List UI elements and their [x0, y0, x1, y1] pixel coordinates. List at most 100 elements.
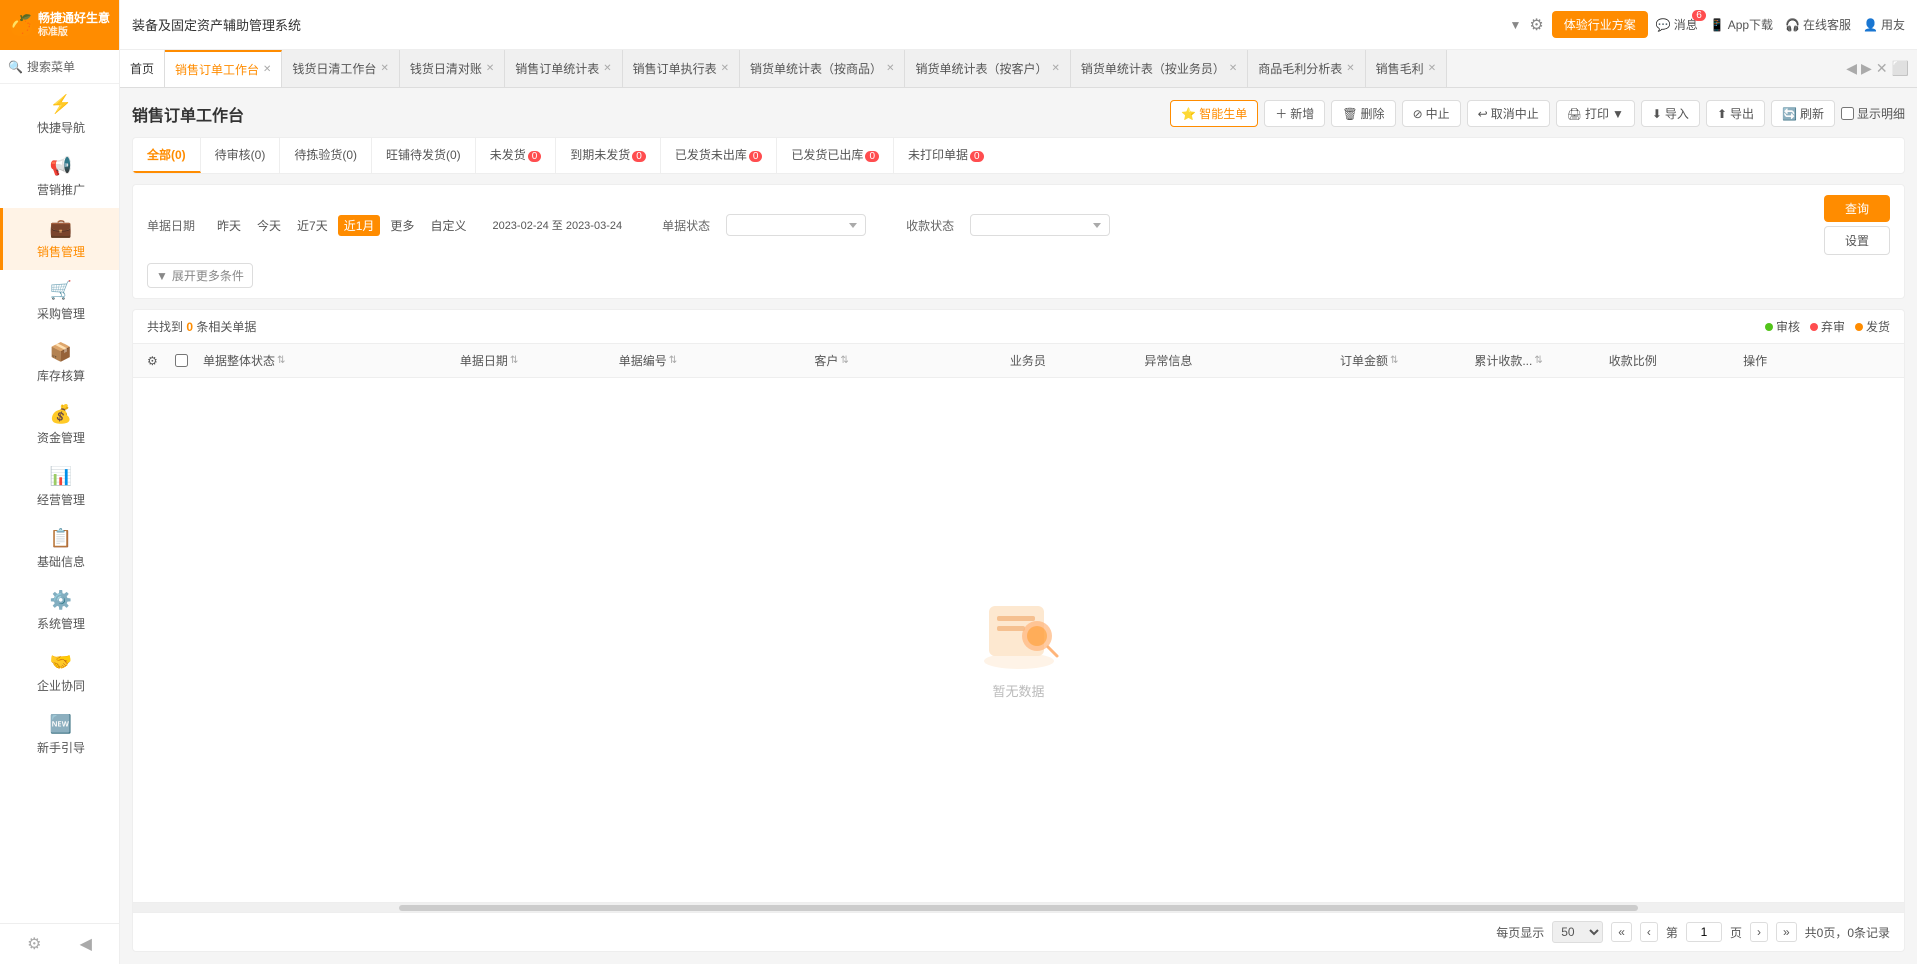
tab-close-sales-summary-product[interactable]: ✕ — [886, 63, 894, 74]
user-action[interactable]: 👤 用友 — [1863, 16, 1905, 33]
refresh-btn[interactable]: 🔄 刷新 — [1771, 100, 1835, 127]
tab-sales-exec[interactable]: 销售订单执行表 ✕ — [623, 50, 740, 88]
sidebar-item-marketing[interactable]: 📢 营销推广 — [0, 146, 119, 208]
sub-tab-pending-review[interactable]: 待审核(0) — [201, 138, 281, 173]
th-customer[interactable]: 客户 ⇅ — [808, 344, 1004, 377]
smart-btn[interactable]: ⭐ 智能生单 — [1170, 100, 1258, 127]
select-all-checkbox[interactable] — [175, 354, 188, 367]
th-staff[interactable]: 业务员 — [1004, 344, 1138, 377]
sub-tab-all[interactable]: 全部(0) — [133, 138, 201, 173]
sub-tab-pending-inspect[interactable]: 待拣验货(0) — [280, 138, 372, 173]
th-config[interactable]: ⚙ — [141, 346, 169, 376]
tab-cash-reconcile[interactable]: 钱货日清对账 ✕ — [400, 50, 505, 88]
tab-cash-daily[interactable]: 钱货日清工作台 ✕ — [282, 50, 399, 88]
tab-close-all-icon[interactable]: ✕ — [1876, 60, 1888, 77]
sidebar-item-sales[interactable]: 💼 销售管理 — [0, 208, 119, 270]
ship-op-btn[interactable]: 发货 — [1855, 318, 1890, 335]
tab-close-sales-exec[interactable]: ✕ — [721, 63, 729, 74]
tab-close-sales-summary-staff[interactable]: ✕ — [1229, 63, 1237, 74]
tab-sales-profit[interactable]: 销售毛利 ✕ — [1366, 50, 1447, 88]
first-page-btn[interactable]: « — [1611, 922, 1632, 942]
th-ratio[interactable]: 收款比例 — [1603, 344, 1737, 377]
print-btn[interactable]: 🖨 打印 ▼ — [1556, 100, 1635, 127]
tab-close-sales-summary-customer[interactable]: ✕ — [1051, 63, 1059, 74]
stop-btn[interactable]: ⊘ 中止 — [1402, 100, 1461, 127]
tab-sales-summary-customer[interactable]: 销货单统计表（按客户） ✕ — [905, 50, 1070, 88]
cancel-stop-btn[interactable]: ↩ 取消中止 — [1467, 100, 1550, 127]
scrollbar-thumb[interactable] — [399, 905, 1639, 911]
tab-close-sales-profit[interactable]: ✕ — [1428, 63, 1436, 74]
add-btn[interactable]: ＋ 新增 — [1264, 100, 1325, 127]
delete-btn[interactable]: 🗑 删除 — [1331, 100, 1395, 127]
next-page-btn[interactable]: › — [1750, 922, 1768, 942]
message-action[interactable]: 💬 消息 6 — [1656, 16, 1698, 33]
status-select[interactable] — [726, 214, 866, 236]
tab-close-sales-workbench[interactable]: ✕ — [263, 64, 271, 75]
tab-home[interactable]: 首页 — [120, 50, 165, 88]
tab-close-gross-profit[interactable]: ✕ — [1346, 63, 1354, 74]
show-detail-checkbox[interactable] — [1841, 107, 1854, 120]
th-checkbox[interactable] — [169, 346, 197, 375]
sidebar-item-guide[interactable]: 🆕 新手引导 — [0, 704, 119, 766]
date-option-today[interactable]: 今天 — [251, 215, 287, 236]
sidebar-item-basic[interactable]: 📋 基础信息 — [0, 518, 119, 580]
current-page-input[interactable] — [1686, 922, 1722, 942]
sidebar-item-purchase[interactable]: 🛒 采购管理 — [0, 270, 119, 332]
sidebar-item-operations[interactable]: 📊 经营管理 — [0, 456, 119, 518]
review-op-btn[interactable]: 审核 — [1765, 318, 1800, 335]
sub-tab-wang-pending[interactable]: 旺铺待发货(0) — [372, 138, 476, 173]
expand-filter-btn[interactable]: ▼ 展开更多条件 — [147, 263, 253, 288]
prev-page-btn[interactable]: ‹ — [1640, 922, 1658, 942]
show-detail-label[interactable]: 显示明细 — [1841, 105, 1905, 122]
th-status[interactable]: 单据整体状态 ⇅ — [197, 344, 454, 377]
date-option-custom[interactable]: 自定义 — [424, 215, 472, 236]
sidebar-item-inventory[interactable]: 📦 库存核算 — [0, 332, 119, 394]
sub-tab-shipped-not-out[interactable]: 已发货未出库0 — [661, 138, 778, 173]
tab-gross-profit[interactable]: 商品毛利分析表 ✕ — [1248, 50, 1365, 88]
tab-close-cash-daily[interactable]: ✕ — [380, 63, 388, 74]
online-service-action[interactable]: 🎧 在线客服 — [1785, 16, 1851, 33]
sub-tab-overdue-unshipped[interactable]: 到期未发货0 — [556, 138, 661, 173]
sub-tab-unprinted[interactable]: 未打印单据0 — [894, 138, 998, 173]
app-download-action[interactable]: 📱 App下载 — [1710, 16, 1773, 33]
th-amount[interactable]: 订单金额 ⇅ — [1334, 344, 1468, 377]
tab-sales-summary-staff[interactable]: 销货单统计表（按业务员） ✕ — [1071, 50, 1248, 88]
tab-close-sales-stat[interactable]: ✕ — [603, 63, 611, 74]
tab-next-icon[interactable]: ▶ — [1861, 60, 1872, 77]
sidebar-item-system[interactable]: ⚙️ 系统管理 — [0, 580, 119, 642]
th-abnormal[interactable]: 异常信息 — [1138, 344, 1334, 377]
settings-icon[interactable]: ⚙ — [27, 934, 41, 954]
gear-icon[interactable]: ⚙ — [1529, 15, 1543, 35]
th-collected[interactable]: 累计收款... ⇅ — [1468, 344, 1602, 377]
dropdown-arrow-icon[interactable]: ▼ — [1510, 18, 1522, 32]
cancel-review-op-btn[interactable]: 弃审 — [1810, 318, 1845, 335]
filter-setting-btn[interactable]: 设置 — [1824, 226, 1890, 255]
horizontal-scrollbar[interactable] — [133, 902, 1904, 912]
query-btn[interactable]: 查询 — [1824, 195, 1890, 222]
import-btn[interactable]: ⬇ 导入 — [1641, 100, 1700, 127]
sidebar-item-quick-nav[interactable]: ⚡ 快捷导航 — [0, 84, 119, 146]
date-option-1month[interactable]: 近1月 — [338, 215, 381, 236]
industry-btn[interactable]: 体验行业方案 — [1552, 11, 1648, 38]
tab-prev-icon[interactable]: ◀ — [1846, 60, 1857, 77]
sidebar-item-finance[interactable]: 💰 资金管理 — [0, 394, 119, 456]
sidebar-item-enterprise[interactable]: 🤝 企业协同 — [0, 642, 119, 704]
collapse-icon[interactable]: ◀ — [80, 934, 92, 954]
th-date[interactable]: 单据日期 ⇅ — [454, 344, 613, 377]
export-btn[interactable]: ⬆ 导出 — [1706, 100, 1765, 127]
th-number[interactable]: 单据编号 ⇅ — [613, 344, 809, 377]
payment-select[interactable] — [970, 214, 1110, 236]
tab-sales-workbench[interactable]: 销售订单工作台 ✕ — [165, 50, 282, 88]
tab-sales-summary-product[interactable]: 销货单统计表（按商品） ✕ — [740, 50, 905, 88]
date-option-7days[interactable]: 近7天 — [291, 215, 334, 236]
tab-sales-stat[interactable]: 销售订单统计表 ✕ — [505, 50, 622, 88]
sidebar-search[interactable]: 🔍 搜索菜单 — [0, 50, 119, 84]
sub-tab-unshipped[interactable]: 未发货0 — [476, 138, 557, 173]
tab-close-cash-reconcile[interactable]: ✕ — [486, 63, 494, 74]
sub-tab-shipped-out[interactable]: 已发货已出库0 — [777, 138, 894, 173]
date-option-more[interactable]: 更多 — [384, 215, 420, 236]
last-page-btn[interactable]: » — [1776, 922, 1797, 942]
tab-expand-icon[interactable]: ⬜ — [1892, 60, 1909, 77]
page-size-select[interactable]: 50 10 20 100 — [1552, 921, 1603, 943]
date-option-yesterday[interactable]: 昨天 — [211, 215, 247, 236]
